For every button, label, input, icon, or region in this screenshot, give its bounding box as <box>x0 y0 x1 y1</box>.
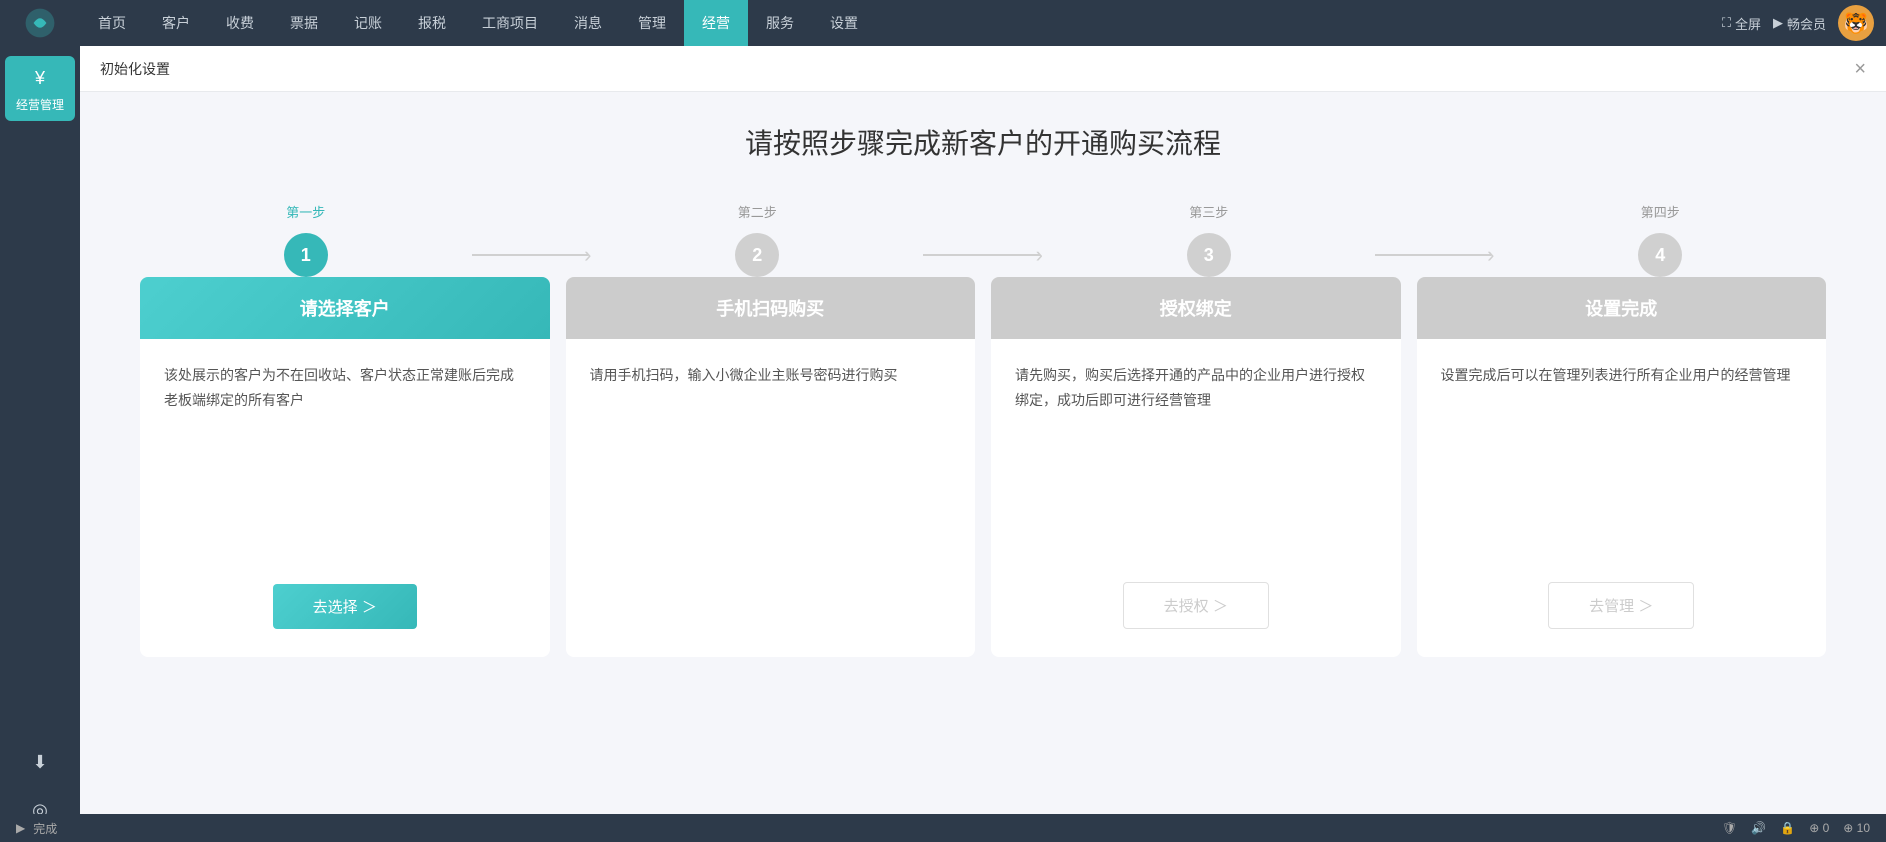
step4-card-header: 设置完成 <box>1417 277 1827 339</box>
nav-operation[interactable]: 经营 <box>684 0 748 46</box>
step3-action-btn[interactable]: 去授权 ＞ <box>1123 582 1269 629</box>
step2-circle: 2 <box>735 233 779 277</box>
step4-card: 设置完成 设置完成后可以在管理列表进行所有企业用户的经营管理 去管理 ＞ <box>1417 277 1827 657</box>
step2-card-footer <box>566 609 976 657</box>
nav-customer[interactable]: 客户 <box>144 0 208 46</box>
step1-action-btn[interactable]: 去选择 ＞ <box>273 584 417 629</box>
connector2-arrow: › <box>1036 244 1043 266</box>
avatar[interactable]: 🐯 <box>1838 5 1874 41</box>
top-nav: 首页 客户 收费 票据 记账 报税 工商项目 消息 管理 经营 服务 设置 ⛶ … <box>0 0 1886 46</box>
nav-right: ⛶ 全屏 ▶ 畅会员 🐯 <box>1722 5 1886 41</box>
play-icon[interactable]: ▶ <box>16 821 25 835</box>
nav-business[interactable]: 工商项目 <box>464 0 556 46</box>
step4-circle: 4 <box>1638 233 1682 277</box>
step2-label: 第二步 <box>738 202 777 221</box>
step1-circle: 1 <box>284 233 328 277</box>
nav-manage[interactable]: 管理 <box>620 0 684 46</box>
step4-card-body: 设置完成后可以在管理列表进行所有企业用户的经营管理 <box>1417 339 1827 562</box>
counter2: ⊕ 10 <box>1843 821 1870 835</box>
step3-circle: 3 <box>1187 233 1231 277</box>
wizard-steps-section: 第一步 第二步 第三步 第四步 1 <box>140 202 1826 657</box>
connector1-arrow: › <box>584 244 591 266</box>
nav-invoice[interactable]: 票据 <box>272 0 336 46</box>
status-bar: ▶ 完成 🛡 🔊 🔒 ⊕ 0 ⊕ 10 <box>0 814 1886 842</box>
status-bar-left: ▶ 完成 <box>16 820 57 837</box>
step3-card-header: 授权绑定 <box>991 277 1401 339</box>
status-text: 完成 <box>33 820 57 837</box>
page-header: 初始化设置 × <box>80 46 1886 92</box>
fullscreen-icon: ⛶ <box>1722 15 1731 31</box>
nav-fee[interactable]: 收费 <box>208 0 272 46</box>
status-bar-right: 🛡 🔊 🔒 ⊕ 0 ⊕ 10 <box>1722 821 1870 835</box>
step4-action-btn[interactable]: 去管理 ＞ <box>1548 582 1694 629</box>
fullscreen-btn[interactable]: ⛶ 全屏 <box>1722 14 1761 33</box>
logo[interactable] <box>0 0 80 46</box>
vip-btn[interactable]: ▶ 畅会员 <box>1773 14 1826 33</box>
step4-card-footer: 去管理 ＞ <box>1417 562 1827 657</box>
step1-card: 请选择客户 该处展示的客户为不在回收站、客户状态正常建账后完成老板端绑定的所有客… <box>140 277 550 657</box>
step2-card-header: 手机扫码购买 <box>566 277 976 339</box>
nav-tax[interactable]: 报税 <box>400 0 464 46</box>
nav-message[interactable]: 消息 <box>556 0 620 46</box>
step1-label: 第一步 <box>286 202 325 221</box>
cards-row: 请选择客户 该处展示的客户为不在回收站、客户状态正常建账后完成老板端绑定的所有客… <box>140 277 1826 657</box>
step3-label: 第三步 <box>1189 202 1228 221</box>
lock-icon: 🔒 <box>1780 821 1795 835</box>
step1-card-footer: 去选择 ＞ <box>140 564 550 657</box>
download-icon: ⬇ <box>26 748 54 776</box>
sidebar-download[interactable]: ⬇ <box>5 740 75 784</box>
video-icon: ▶ <box>1773 15 1783 31</box>
step3-card-body: 请先购买，购买后选择开通的产品中的企业用户进行授权绑定，成功后即可进行经营管理 <box>991 339 1401 562</box>
page-title: 初始化设置 <box>100 59 170 79</box>
nav-service[interactable]: 服务 <box>748 0 812 46</box>
step2-card: 手机扫码购买 请用手机扫码，输入小微企业主账号密码进行购买 <box>566 277 976 657</box>
main-content: 初始化设置 × 请按照步骤完成新客户的开通购买流程 第一步 第二步 第三步 <box>80 46 1886 842</box>
step1-card-header: 请选择客户 <box>140 277 550 339</box>
sidebar-item-operation[interactable]: ¥ 经营管理 <box>5 56 75 121</box>
close-button[interactable]: × <box>1854 59 1866 79</box>
step4-label: 第四步 <box>1641 202 1680 221</box>
yuan-icon: ¥ <box>26 64 54 92</box>
shield-icon: 🛡 <box>1722 821 1737 835</box>
nav-home[interactable]: 首页 <box>80 0 144 46</box>
sidebar: ¥ 经营管理 ⬇ ◎ <box>0 46 80 842</box>
wizard-title: 请按照步骤完成新客户的开通购买流程 <box>140 122 1826 162</box>
counter1: ⊕ 0 <box>1809 821 1829 835</box>
nav-items: 首页 客户 收费 票据 记账 报税 工商项目 消息 管理 经营 服务 设置 <box>80 0 1722 46</box>
volume-icon: 🔊 <box>1751 821 1766 835</box>
nav-bookkeeping[interactable]: 记账 <box>336 0 400 46</box>
nav-settings[interactable]: 设置 <box>812 0 876 46</box>
step3-card: 授权绑定 请先购买，购买后选择开通的产品中的企业用户进行授权绑定，成功后即可进行… <box>991 277 1401 657</box>
step3-card-footer: 去授权 ＞ <box>991 562 1401 657</box>
step2-card-body: 请用手机扫码，输入小微企业主账号密码进行购买 <box>566 339 976 609</box>
connector3-arrow: › <box>1487 244 1494 266</box>
step1-card-body: 该处展示的客户为不在回收站、客户状态正常建账后完成老板端绑定的所有客户 <box>140 339 550 564</box>
wizard-container: 请按照步骤完成新客户的开通购买流程 第一步 第二步 第三步 第四步 <box>80 92 1886 842</box>
